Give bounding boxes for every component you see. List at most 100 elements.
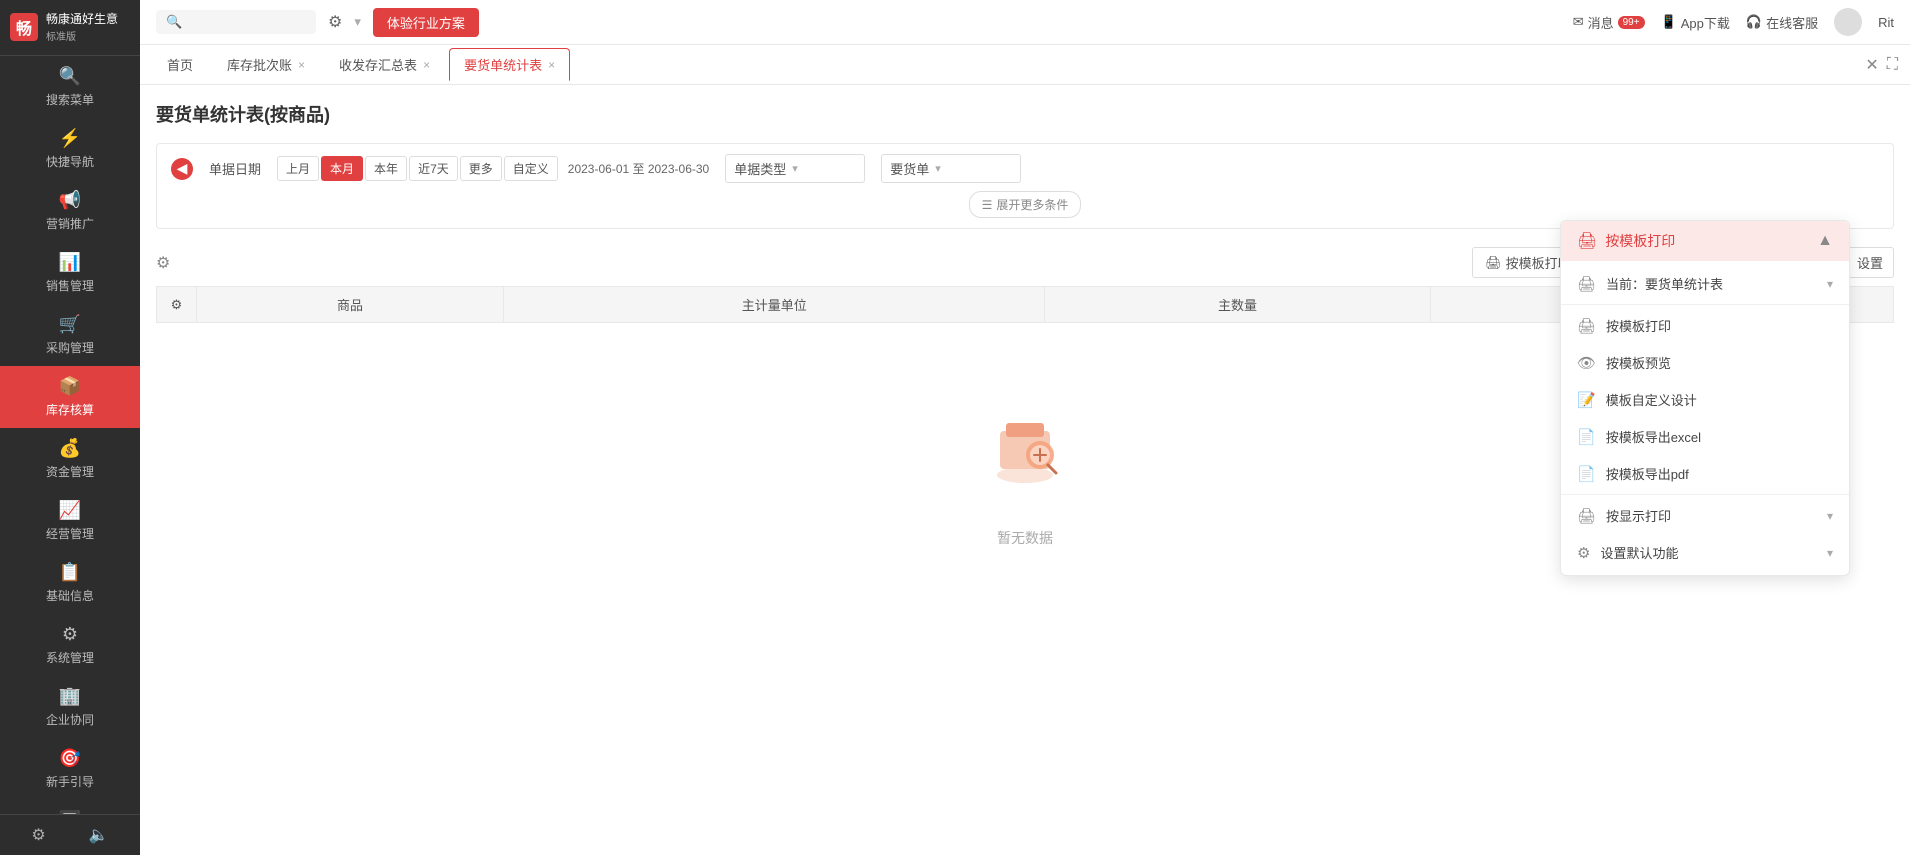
template-preview-icon: 👁	[1577, 354, 1596, 372]
tab-close-all-btn[interactable]: ✕	[1865, 55, 1878, 75]
volume-icon[interactable]: 🔈	[89, 825, 109, 845]
tab-order-stats[interactable]: 要货单统计表 ×	[449, 48, 570, 81]
date-btn-this-year[interactable]: 本年	[365, 156, 407, 181]
set-default-arrow: ▾	[1827, 546, 1833, 560]
dropdown-header: 🖨 按模板打印 ▲	[1561, 221, 1849, 261]
sidebar-bottom: ⚙ 🔈	[0, 814, 140, 855]
col-settings[interactable]: ⚙	[157, 287, 197, 323]
message-label: 消息	[1588, 13, 1614, 32]
username-label: Rit	[1878, 15, 1894, 30]
date-btn-more[interactable]: 更多	[460, 156, 502, 181]
filter-row: ◀ 单据日期 上月 本月 本年 近7天 更多 自定义 2023-06-01 至 …	[171, 154, 1879, 183]
dropdown-item-display-print[interactable]: 🖨 按显示打印 ▾	[1561, 497, 1849, 534]
system-icon: ⚙	[62, 624, 78, 645]
order-subtype-select[interactable]: 要货单 ▾	[881, 154, 1021, 183]
sidebar-item-marketing[interactable]: 📢 营销推广	[0, 180, 140, 242]
sidebar-item-guide[interactable]: 🎯 新手引导	[0, 738, 140, 800]
topbar-search-box[interactable]: 🔍	[156, 10, 316, 34]
date-range-display: 2023-06-01 至 2023-06-30	[568, 160, 709, 177]
dropdown-current-item[interactable]: 🖨 当前：要货单统计表 ▾	[1561, 265, 1849, 302]
sidebar-item-system[interactable]: ⚙ 系统管理	[0, 614, 140, 676]
dropdown-item-template-custom[interactable]: 📝 模板自定义设计	[1561, 381, 1849, 418]
marketing-icon: 📢	[59, 190, 81, 211]
tab-order-stats-close[interactable]: ×	[548, 58, 555, 72]
app-download-item[interactable]: 📱 App下载	[1661, 13, 1730, 32]
dropdown-item-export-pdf[interactable]: 📄 按模板导出pdf	[1561, 455, 1849, 492]
filter-bar: ◀ 单据日期 上月 本月 本年 近7天 更多 自定义 2023-06-01 至 …	[156, 143, 1894, 229]
message-item[interactable]: ✉ 消息 99+	[1573, 13, 1645, 32]
tab-collection-summary[interactable]: 收发存汇总表 ×	[324, 48, 445, 81]
purchase-icon: 🛒	[59, 314, 81, 335]
tab-inventory-batch-close[interactable]: ×	[298, 58, 305, 72]
filter-more-row: ☰ 展开更多条件	[171, 191, 1879, 218]
sidebar-item-enterprise[interactable]: 🏢 企业协同	[0, 676, 140, 738]
tab-inventory-batch[interactable]: 库存批次账 ×	[212, 48, 320, 81]
online-service-item[interactable]: 🎧 在线客服	[1746, 13, 1818, 32]
export-excel-icon: 📄	[1577, 428, 1596, 446]
column-settings-button[interactable]: 设置	[1846, 247, 1894, 278]
sidebar-item-purchase[interactable]: 🛒 采购管理	[0, 304, 140, 366]
table-settings-icon[interactable]: ⚙	[156, 253, 170, 273]
print-dropdown-menu: 🖨 按模板打印 ▲ 🖨 当前：要货单统计表 ▾ 🖨 按模板打印 👁	[1560, 220, 1850, 576]
order-type-select[interactable]: 单据类型 ▾	[725, 154, 865, 183]
sidebar-item-sales[interactable]: 📊 销售管理	[0, 242, 140, 304]
current-item-icon: 🖨	[1577, 275, 1596, 293]
template-print-icon: 🖨	[1577, 317, 1596, 335]
dropdown-item-template-print[interactable]: 🖨 按模板打印	[1561, 307, 1849, 344]
search-input[interactable]	[188, 15, 288, 29]
tab-collection-summary-close[interactable]: ×	[423, 58, 430, 72]
expand-more-icon: ☰	[982, 198, 993, 212]
sidebar-item-basic[interactable]: 📋 基础信息	[0, 552, 140, 614]
topbar-gear-icon[interactable]: ⚙	[328, 12, 342, 32]
empty-text: 暂无数据	[997, 528, 1053, 548]
sidebar-item-label: 库存核算	[46, 401, 94, 418]
dropdown-current-label: 当前：要货单统计表	[1606, 274, 1723, 293]
sidebar-item-apps[interactable]: 🔲 应用中心	[0, 800, 140, 814]
finance-icon: 💰	[59, 438, 81, 459]
sidebar-item-search[interactable]: 🔍 搜索菜单	[0, 56, 140, 118]
sidebar-item-label: 采购管理	[46, 339, 94, 356]
date-btn-7days[interactable]: 近7天	[409, 156, 458, 181]
order-type-arrow-icon: ▾	[792, 162, 798, 175]
enterprise-icon: 🏢	[59, 686, 81, 707]
message-badge: 99+	[1618, 16, 1645, 29]
search-icon: 🔍	[166, 14, 182, 30]
date-btn-this-month[interactable]: 本月	[321, 156, 363, 181]
sidebar-item-label: 快捷导航	[46, 153, 94, 170]
sidebar-item-label: 经营管理	[46, 525, 94, 542]
tab-order-stats-label: 要货单统计表	[464, 55, 542, 74]
print-header-icon: 🖨	[1577, 231, 1597, 251]
tab-home[interactable]: 首页	[152, 48, 208, 81]
expand-more-button[interactable]: ☰ 展开更多条件	[969, 191, 1082, 218]
set-default-label: 设置默认功能	[1600, 543, 1678, 562]
page-title: 要货单统计表(按商品)	[156, 101, 1894, 127]
filter-expand-button[interactable]: ◀	[171, 158, 193, 180]
sidebar-item-inventory[interactable]: 📦 库存核算	[0, 366, 140, 428]
dropdown-item-template-preview[interactable]: 👁 按模板预览	[1561, 344, 1849, 381]
page-area: 要货单统计表(按商品) ◀ 单据日期 上月 本月 本年 近7天 更多 自定义 2…	[140, 85, 1910, 855]
sidebar-item-finance[interactable]: 💰 资金管理	[0, 428, 140, 490]
dropdown-item-set-default[interactable]: ⚙ 设置默认功能 ▾	[1561, 534, 1849, 571]
template-custom-icon: 📝	[1577, 391, 1596, 409]
tab-home-label: 首页	[167, 55, 193, 74]
dropdown-body: 🖨 当前：要货单统计表 ▾ 🖨 按模板打印 👁 按模板预览 📝 模板自定义设计	[1561, 261, 1849, 575]
user-avatar[interactable]	[1834, 8, 1862, 36]
quick-nav-icon: ⚡	[59, 128, 81, 149]
settings-bottom-icon[interactable]: ⚙	[31, 825, 45, 845]
date-buttons: 上月 本月 本年 近7天 更多 自定义 2023-06-01 至 2023-06…	[277, 156, 709, 181]
export-pdf-icon: 📄	[1577, 465, 1596, 483]
online-service-label: 在线客服	[1766, 13, 1818, 32]
dropdown-close-button[interactable]: ▲	[1817, 232, 1833, 250]
trial-button[interactable]: 体验行业方案	[373, 8, 479, 37]
sales-icon: 📊	[59, 252, 81, 273]
sidebar-item-quick-nav[interactable]: ⚡ 快捷导航	[0, 118, 140, 180]
tab-expand-btn[interactable]: ⛶	[1887, 56, 1898, 74]
dropdown-item-export-excel[interactable]: 📄 按模板导出excel	[1561, 418, 1849, 455]
date-btn-custom[interactable]: 自定义	[504, 156, 558, 181]
date-btn-last-month[interactable]: 上月	[277, 156, 319, 181]
order-subtype-label: 要货单	[890, 159, 929, 178]
display-print-arrow: ▾	[1827, 509, 1833, 523]
app-download-label: App下载	[1681, 13, 1730, 32]
sidebar-item-operation[interactable]: 📈 经营管理	[0, 490, 140, 552]
sidebar-item-label: 新手引导	[46, 773, 94, 790]
